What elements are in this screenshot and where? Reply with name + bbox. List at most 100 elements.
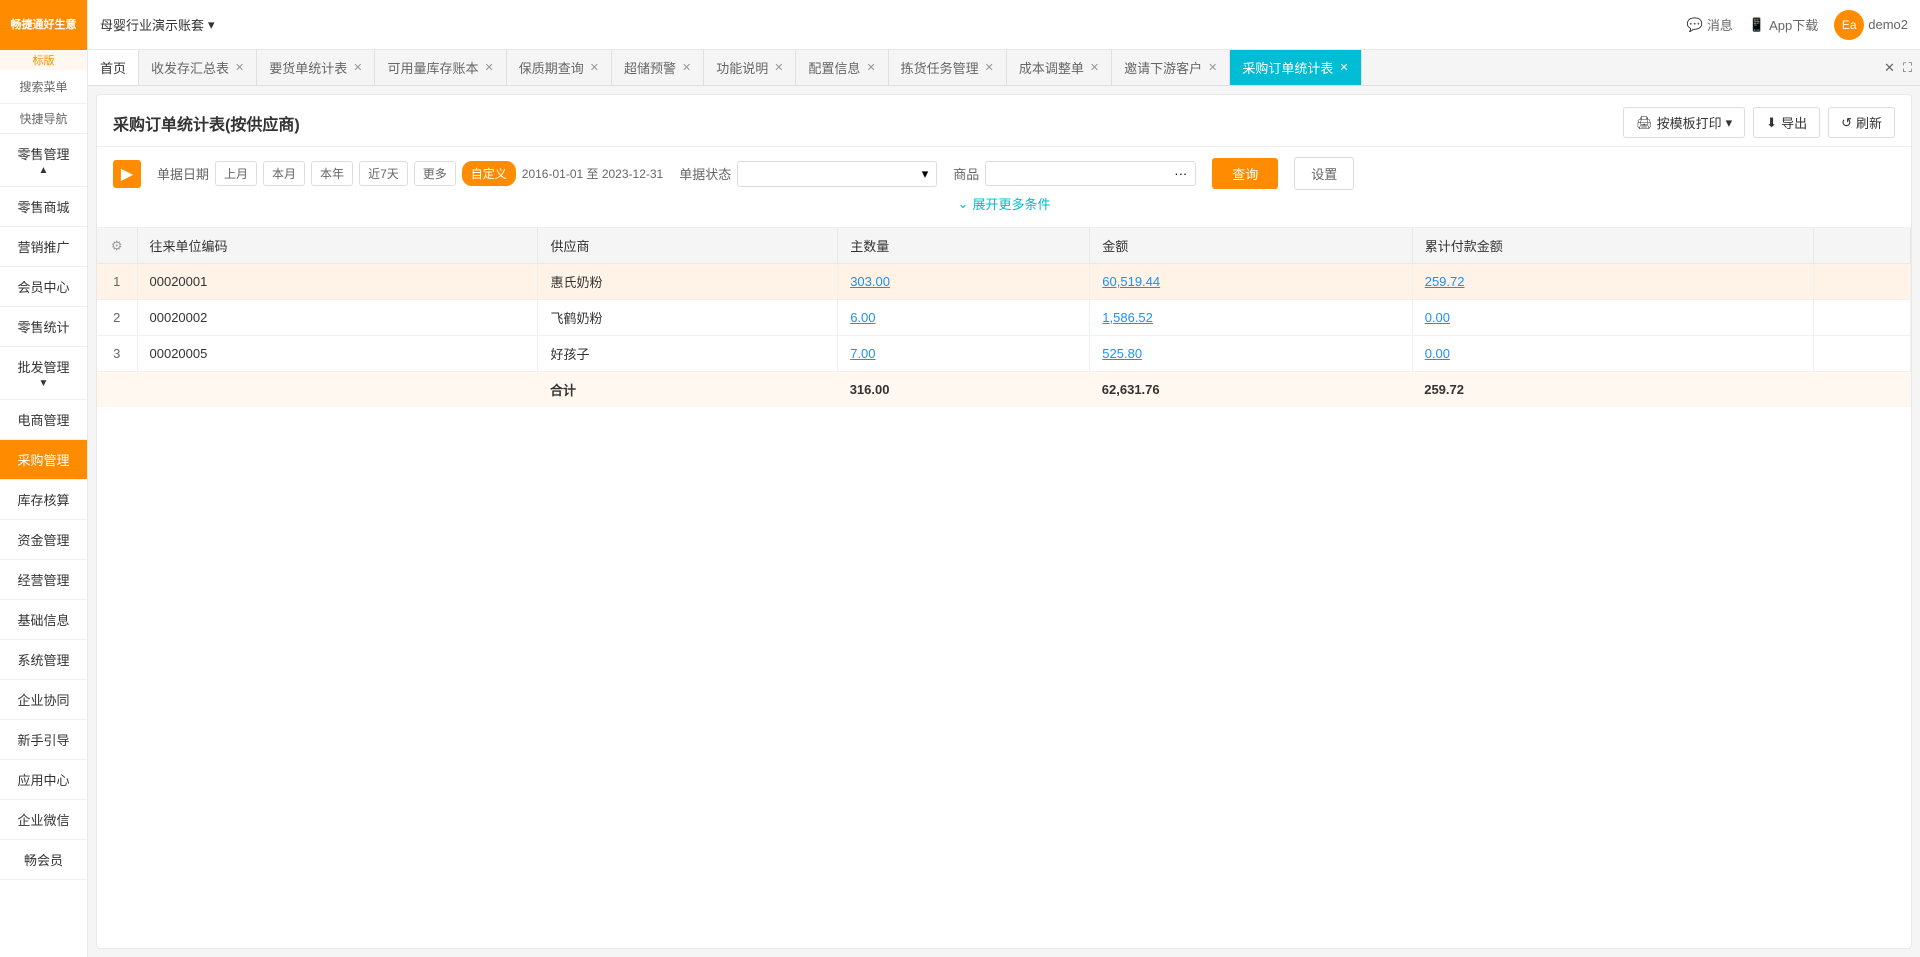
template-print-button[interactable]: 🖨 按模板打印 ▾: [1623, 107, 1745, 138]
tab-validity-close[interactable]: ✕: [590, 61, 599, 74]
sidebar-item-retail[interactable]: 零售管理 ▲: [0, 134, 87, 187]
date-btn-last-month[interactable]: 上月: [215, 161, 257, 186]
status-select[interactable]: ▾: [737, 161, 937, 187]
date-btn-more[interactable]: 更多: [414, 161, 456, 186]
row-2-amount-link[interactable]: 1,586.52: [1102, 310, 1153, 325]
account-selector[interactable]: 母婴行业演示账套 ▾: [100, 15, 215, 34]
sidebar-item-marketing[interactable]: 营销推广: [0, 227, 87, 267]
row-3-code: 00020005: [137, 336, 538, 372]
date-btn-custom[interactable]: 自定义: [462, 161, 516, 186]
row-1-supplier: 惠氏奶粉: [538, 264, 838, 300]
tab-config-info[interactable]: 配置信息 ✕: [796, 50, 888, 86]
account-name: 母婴行业演示账套: [100, 15, 204, 34]
row-3-amount: 525.80: [1090, 336, 1412, 372]
row-1-qty-link[interactable]: 303.00: [850, 274, 890, 289]
filter-toggle-button[interactable]: ▶: [113, 160, 141, 188]
table-row: 1 00020001 惠氏奶粉 303.00 60,519.44 259.72: [97, 264, 1911, 300]
user-avatar-area[interactable]: Ea demo2: [1834, 10, 1908, 40]
sidebar-item-wechat[interactable]: 企业微信: [0, 800, 87, 840]
sidebar-item-purchase[interactable]: 采购管理: [0, 440, 87, 480]
sidebar-item-guide[interactable]: 新手引导: [0, 720, 87, 760]
tab-cost-adj[interactable]: 成本调整单 ✕: [1007, 50, 1112, 86]
sidebar-item-basic[interactable]: 基础信息: [0, 600, 87, 640]
row-2-qty-link[interactable]: 6.00: [850, 310, 875, 325]
col-extra: [1813, 228, 1910, 264]
settings-button[interactable]: 设置: [1294, 157, 1354, 190]
row-2-paid-link[interactable]: 0.00: [1425, 310, 1450, 325]
filter-area: ▶ 单据日期 上月 本月 本年 近7天 更多 自定义 2016-01-01 至 …: [97, 147, 1911, 228]
row-1-qty: 303.00: [838, 264, 1090, 300]
row-3-paid-link[interactable]: 0.00: [1425, 346, 1450, 361]
page-actions: 🖨 按模板打印 ▾ ⬇ 导出 ↺ 刷新: [1623, 107, 1895, 138]
logo-label: 标版: [0, 50, 87, 70]
sidebar-item-system[interactable]: 系统管理: [0, 640, 87, 680]
sidebar-item-inventory[interactable]: 库存核算: [0, 480, 87, 520]
sidebar-item-finance[interactable]: 资金管理: [0, 520, 87, 560]
sidebar-item-retail-shop[interactable]: 零售商城: [0, 187, 87, 227]
tab-invite-down-close[interactable]: ✕: [1208, 61, 1217, 74]
gear-icon[interactable]: ⚙: [111, 238, 123, 253]
row-3-amount-link[interactable]: 525.80: [1102, 346, 1142, 361]
expand-more-button[interactable]: ⌄ 展开更多条件: [113, 190, 1895, 217]
restore-icon[interactable]: ⛶: [1903, 60, 1912, 76]
sidebar-item-retail-stat[interactable]: 零售统计: [0, 307, 87, 347]
date-btn-this-month[interactable]: 本月: [263, 161, 305, 186]
sidebar-search-link[interactable]: 搜索菜单: [0, 70, 87, 104]
export-button[interactable]: ⬇ 导出: [1753, 107, 1820, 138]
app-download-label: App下载: [1769, 15, 1818, 34]
expand-down-icon: ⌄: [958, 196, 969, 212]
tab-available-inv[interactable]: 可用量库存账本 ✕: [375, 50, 506, 86]
tab-available-inv-close[interactable]: ✕: [485, 61, 494, 74]
footer-paid: 259.72: [1412, 372, 1813, 408]
goods-input-wrapper: ···: [985, 161, 1196, 186]
sidebar-item-ecommerce[interactable]: 电商管理: [0, 400, 87, 440]
sidebar-item-batch[interactable]: 批发管理 ▼: [0, 347, 87, 400]
tab-config-info-close[interactable]: ✕: [866, 61, 875, 74]
date-btn-this-year[interactable]: 本年: [311, 161, 353, 186]
app-download-link[interactable]: 📱 App下载: [1749, 15, 1818, 34]
sidebar-item-member[interactable]: 会员中心: [0, 267, 87, 307]
date-shortcuts: 上月 本月 本年 近7天 更多 自定义: [215, 161, 516, 186]
tabbar-end-actions: ✕ ⛶: [1876, 60, 1920, 76]
tab-purchase-order-stat[interactable]: 采购订单统计表 ✕: [1230, 50, 1361, 86]
goods-input[interactable]: [994, 166, 1170, 181]
print-icon: 🖨: [1636, 115, 1653, 131]
row-1-paid-link[interactable]: 259.72: [1425, 274, 1465, 289]
footer-qty: 316.00: [838, 372, 1090, 408]
footer-row: 合计 316.00 62,631.76 259.72: [97, 372, 1911, 408]
page-title: 采购订单统计表(按供应商): [113, 111, 300, 135]
tab-func-desc[interactable]: 功能说明 ✕: [704, 50, 796, 86]
tab-pick-task[interactable]: 拣货任务管理 ✕: [889, 50, 1007, 86]
tab-purchase-order-stat-close[interactable]: ✕: [1339, 61, 1348, 74]
row-1-amount-link[interactable]: 60,519.44: [1102, 274, 1160, 289]
date-range-display: 2016-01-01 至 2023-12-31: [522, 165, 663, 182]
tab-receive-send[interactable]: 收发存汇总表 ✕: [139, 50, 257, 86]
message-link[interactable]: 💬 消息: [1687, 15, 1733, 34]
tab-receive-send-close[interactable]: ✕: [235, 61, 244, 74]
tab-func-desc-close[interactable]: ✕: [774, 61, 783, 74]
row-1-num: 1: [97, 264, 137, 300]
close-all-icon[interactable]: ✕: [1884, 60, 1895, 76]
row-3-supplier: 好孩子: [538, 336, 838, 372]
row-3-qty-link[interactable]: 7.00: [850, 346, 875, 361]
sidebar-item-operation[interactable]: 经营管理: [0, 560, 87, 600]
sidebar-item-collab[interactable]: 企业协同: [0, 680, 87, 720]
sidebar-nav-link[interactable]: 快捷导航: [0, 104, 87, 134]
tab-cost-adj-close[interactable]: ✕: [1090, 61, 1099, 74]
tab-purchase-stat-close[interactable]: ✕: [353, 61, 362, 74]
sidebar-item-appstore[interactable]: 应用中心: [0, 760, 87, 800]
tab-validity[interactable]: 保质期查询 ✕: [507, 50, 612, 86]
date-btn-7days[interactable]: 近7天: [359, 161, 408, 186]
refresh-button[interactable]: ↺ 刷新: [1828, 107, 1895, 138]
tab-invite-down[interactable]: 邀请下游客户 ✕: [1112, 50, 1230, 86]
tab-pick-task-close[interactable]: ✕: [985, 61, 994, 74]
tab-overstock[interactable]: 超储预警 ✕: [612, 50, 704, 86]
sidebar-item-member2[interactable]: 畅会员: [0, 840, 87, 880]
goods-more-icon[interactable]: ···: [1174, 166, 1187, 181]
row-1-amount: 60,519.44: [1090, 264, 1412, 300]
tab-overstock-close[interactable]: ✕: [682, 61, 691, 74]
tab-home[interactable]: 首页: [88, 50, 139, 86]
query-button[interactable]: 查询: [1212, 158, 1278, 189]
row-2-supplier: 飞鹤奶粉: [538, 300, 838, 336]
tab-purchase-stat[interactable]: 要货单统计表 ✕: [257, 50, 375, 86]
